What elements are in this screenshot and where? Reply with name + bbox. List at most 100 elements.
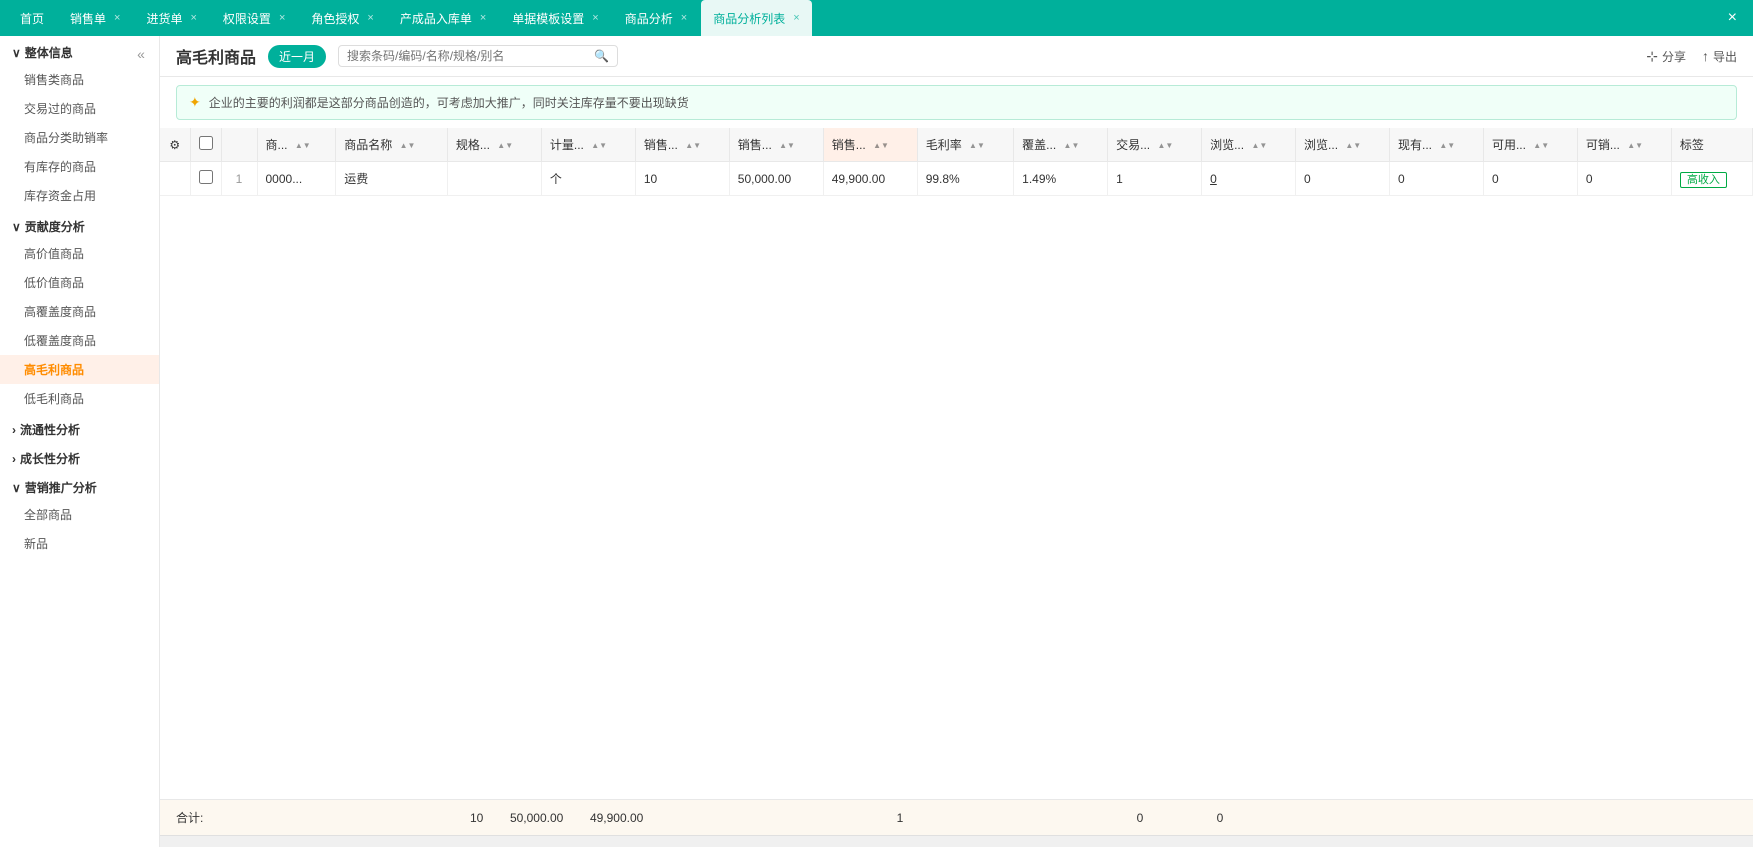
search-icon[interactable]: 🔍 — [594, 49, 609, 63]
tab-template-settings[interactable]: 单据模板设置 × — [500, 0, 610, 36]
column-browse1[interactable]: 浏览... ▲▼ — [1202, 128, 1296, 162]
sort-available-icon: ▲▼ — [1533, 142, 1549, 150]
close-tab-purchase-order[interactable]: × — [190, 12, 196, 24]
sidebar-group-marketing[interactable]: ∨ 营销推广分析 — [0, 471, 159, 500]
footer-browse1 — [911, 811, 991, 825]
select-all-checkbox[interactable] — [199, 136, 213, 150]
tab-home[interactable]: 首页 — [8, 0, 56, 36]
sort-spec-icon: ▲▼ — [497, 142, 513, 150]
sidebar-group-growth[interactable]: › 成长性分析 — [0, 442, 159, 471]
sidebar-group-liquidity[interactable]: › 流通性分析 — [0, 413, 159, 442]
sort-trade-icon: ▲▼ — [1157, 142, 1173, 150]
tab-product-analysis[interactable]: 商品分析 × — [613, 0, 699, 36]
horizontal-scrollbar[interactable] — [160, 835, 1753, 847]
export-button[interactable]: ↑ 导出 — [1702, 48, 1737, 65]
column-trade[interactable]: 交易... ▲▼ — [1108, 128, 1202, 162]
close-tab-product-storage[interactable]: × — [480, 12, 486, 24]
close-tab-product-analysis[interactable]: × — [681, 12, 687, 24]
column-name[interactable]: 商品名称 ▲▼ — [336, 128, 448, 162]
sort-name-icon: ▲▼ — [400, 142, 416, 150]
sidebar-item-low-coverage[interactable]: 低覆盖度商品 — [0, 326, 159, 355]
footer-current: 0 — [1071, 811, 1151, 825]
sidebar-item-stock-fund[interactable]: 库存资金占用 — [0, 181, 159, 210]
sort-unit-icon: ▲▼ — [591, 142, 607, 150]
sidebar-item-in-stock-goods[interactable]: 有库存的商品 — [0, 152, 159, 181]
close-tab-sales-order[interactable]: × — [114, 12, 120, 24]
table-header-row: ⚙ 商... ▲▼ 商品名称 — [160, 128, 1753, 162]
column-gross-rate[interactable]: 毛利率 ▲▼ — [917, 128, 1013, 162]
footer-trade: 1 — [831, 811, 911, 825]
row-unit: 个 — [541, 162, 635, 196]
tab-permission-settings[interactable]: 权限设置 × — [211, 0, 297, 36]
sidebar-item-traded-goods[interactable]: 交易过的商品 — [0, 94, 159, 123]
row-tag: 高收入 — [1671, 162, 1752, 196]
search-box: 🔍 — [338, 45, 618, 67]
column-settings[interactable]: ⚙ — [160, 128, 190, 162]
sidebar-item-high-coverage[interactable]: 高覆盖度商品 — [0, 297, 159, 326]
column-sales-qty[interactable]: 销售... ▲▼ — [635, 128, 729, 162]
sort-saleable-icon: ▲▼ — [1627, 142, 1643, 150]
row-sales-amount: 50,000.00 — [729, 162, 823, 196]
tag-badge: 高收入 — [1680, 172, 1727, 188]
column-current[interactable]: 现有... ▲▼ — [1389, 128, 1483, 162]
footer-cells: 10 50,000.00 49,900.00 1 0 0 — [211, 811, 1737, 825]
footer-available: 0 — [1151, 811, 1231, 825]
tab-product-storage[interactable]: 产成品入库单 × — [388, 0, 498, 36]
close-all-tabs-button[interactable]: × — [1720, 5, 1745, 31]
footer-sales-qty: 10 — [411, 811, 491, 825]
close-tab-permission[interactable]: × — [279, 12, 285, 24]
content-area: 高毛利商品 近一月 🔍 ⊹ 分享 ↑ 导出 — [160, 36, 1753, 847]
info-banner: ✦ 企业的主要的利润都是这部分商品创造的，可考虑加大推广，同时关注库存量不要出现… — [176, 85, 1737, 120]
close-tab-template[interactable]: × — [592, 12, 598, 24]
sidebar-item-all-goods[interactable]: 全部商品 — [0, 500, 159, 529]
chevron-down-icon-2: ∨ — [12, 220, 21, 234]
close-tab-product-analysis-list[interactable]: × — [793, 12, 799, 24]
row-saleable: 0 — [1577, 162, 1671, 196]
row-settings — [160, 162, 190, 196]
sidebar-collapse-button[interactable]: « — [131, 44, 151, 64]
close-tab-role-auth[interactable]: × — [367, 12, 373, 24]
column-available[interactable]: 可用... ▲▼ — [1483, 128, 1577, 162]
row-browse1: 0 — [1202, 162, 1296, 196]
column-coverage[interactable]: 覆盖... ▲▼ — [1014, 128, 1108, 162]
table-row: 1 0000... 运费 个 — [160, 162, 1753, 196]
search-input[interactable] — [347, 49, 588, 63]
sidebar-items-contribution: 高价值商品 低价值商品 高覆盖度商品 低覆盖度商品 高毛利商品 低毛利商品 — [0, 239, 159, 413]
footer-sales-profit: 49,900.00 — [571, 811, 651, 825]
column-tag[interactable]: 标签 — [1671, 128, 1752, 162]
chevron-right-icon-2: › — [12, 452, 16, 466]
sidebar-item-sales-goods[interactable]: 销售类商品 — [0, 65, 159, 94]
export-icon: ↑ — [1702, 48, 1709, 64]
sidebar-items-overall: 销售类商品 交易过的商品 商品分类助销率 有库存的商品 库存资金占用 — [0, 65, 159, 210]
settings-icon: ⚙ — [169, 138, 180, 152]
share-button[interactable]: ⊹ 分享 — [1646, 48, 1686, 65]
sidebar-group-contribution[interactable]: ∨ 贡献度分析 — [0, 210, 159, 239]
row-select-checkbox[interactable] — [199, 170, 213, 184]
sidebar-item-high-value[interactable]: 高价值商品 — [0, 239, 159, 268]
column-code[interactable]: 商... ▲▼ — [257, 128, 336, 162]
tab-product-analysis-list[interactable]: 商品分析列表 × — [701, 0, 811, 36]
page-title: 高毛利商品 — [176, 44, 256, 68]
sidebar-item-new-goods[interactable]: 新品 — [0, 529, 159, 558]
sort-sales-profit-icon: ▲▼ — [873, 142, 889, 150]
tab-sales-order[interactable]: 销售单 × — [58, 0, 132, 36]
filter-recent-month-button[interactable]: 近一月 — [268, 45, 326, 68]
column-sales-amount[interactable]: 销售... ▲▼ — [729, 128, 823, 162]
sort-code-icon: ▲▼ — [295, 142, 311, 150]
sidebar-item-low-margin[interactable]: 低毛利商品 — [0, 384, 159, 413]
column-spec[interactable]: 规格... ▲▼ — [447, 128, 541, 162]
browse1-link[interactable]: 0 — [1210, 172, 1217, 186]
sidebar-item-high-margin[interactable]: 高毛利商品 — [0, 355, 159, 384]
tab-role-auth[interactable]: 角色授权 × — [299, 0, 385, 36]
sidebar-item-low-value[interactable]: 低价值商品 — [0, 268, 159, 297]
column-unit[interactable]: 计量... ▲▼ — [541, 128, 635, 162]
sort-current-icon: ▲▼ — [1439, 142, 1455, 150]
footer-coverage — [751, 811, 831, 825]
column-sales-profit[interactable]: 销售... ▲▼ — [823, 128, 917, 162]
column-saleable[interactable]: 可销... ▲▼ — [1577, 128, 1671, 162]
column-browse2[interactable]: 浏览... ▲▼ — [1296, 128, 1390, 162]
sort-coverage-icon: ▲▼ — [1064, 142, 1080, 150]
tab-purchase-order[interactable]: 进货单 × — [134, 0, 208, 36]
sidebar-item-category-rate[interactable]: 商品分类助销率 — [0, 123, 159, 152]
sort-sales-qty-icon: ▲▼ — [685, 142, 701, 150]
